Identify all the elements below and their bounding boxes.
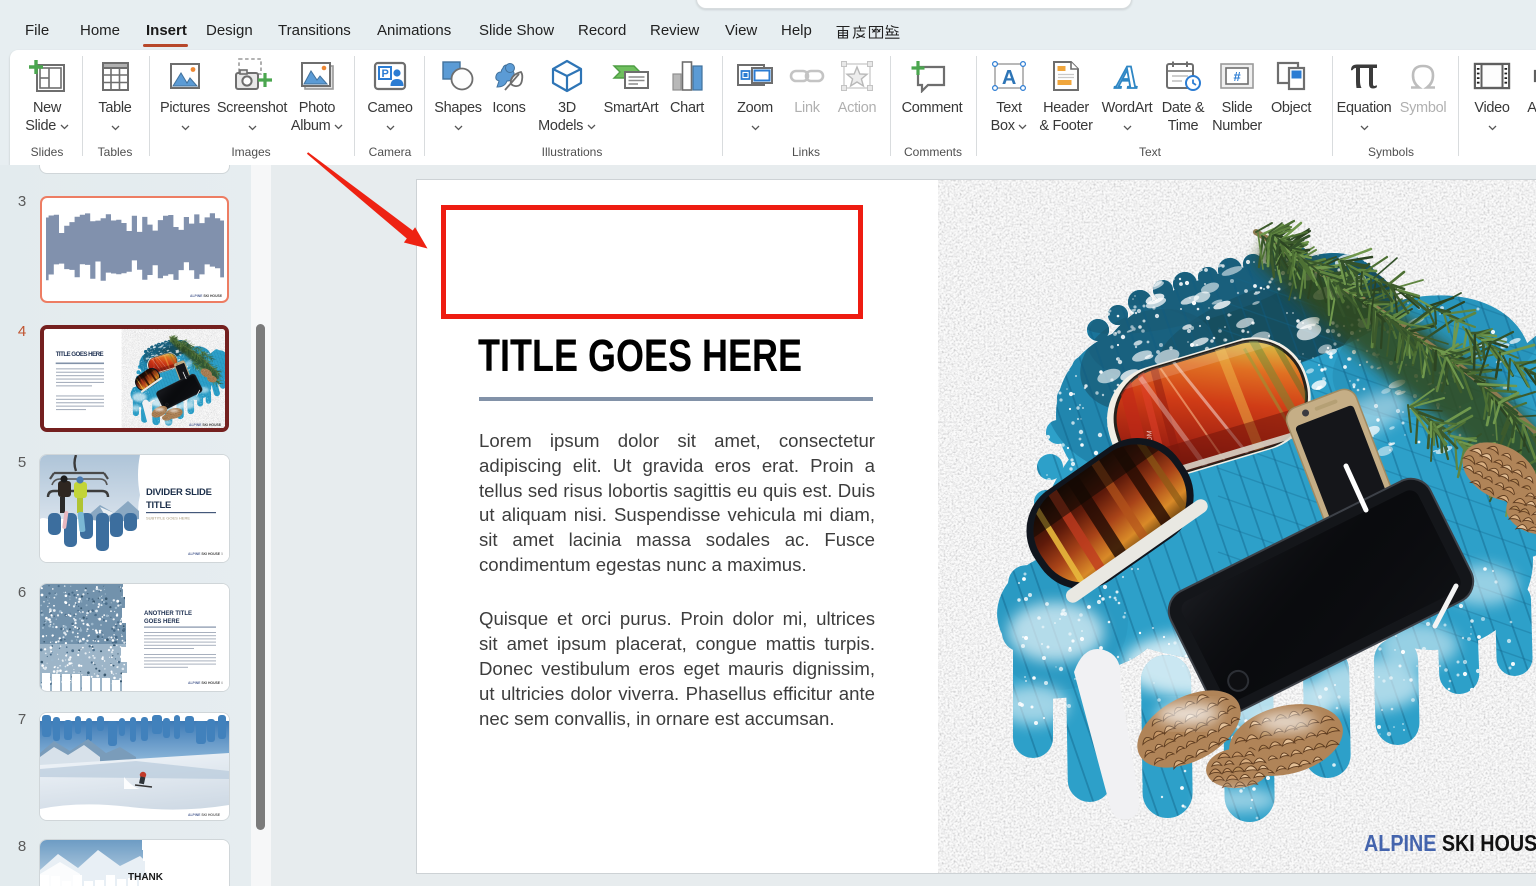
svg-text:A: A [1002,67,1016,89]
svg-text:TITLE: TITLE [146,499,171,510]
svg-text:ALPINE SKI HOUSE: ALPINE SKI HOUSE [188,681,221,685]
svg-text:6: 6 [221,681,223,685]
svg-text:5: 5 [221,552,223,556]
svg-text:TITLE GOES HERE: TITLE GOES HERE [56,351,104,358]
svg-text:GOES HERE: GOES HERE [144,619,180,625]
svg-text:ALPINE SKI HOUSE: ALPINE SKI HOUSE [188,552,221,556]
svg-text:ALPINE SKI HOUSE: ALPINE SKI HOUSE [190,294,223,298]
svg-text:4: 4 [219,423,221,427]
svg-text:ALPINE SKI HOUSE: ALPINE SKI HOUSE [189,423,222,427]
svg-text:ANOTHER TITLE: ANOTHER TITLE [144,611,192,617]
svg-text:A: A [1114,60,1138,93]
svg-text:3: 3 [220,294,222,298]
svg-text:#: # [1234,69,1242,84]
svg-text:DIVIDER SLIDE: DIVIDER SLIDE [146,486,212,497]
svg-text:THANK: THANK [128,872,164,883]
svg-text:SUBTITLE GOES HERE: SUBTITLE GOES HERE [146,516,190,521]
svg-text:P: P [381,68,388,80]
svg-text:ALPINE SKI HOUSE: ALPINE SKI HOUSE [188,813,221,817]
